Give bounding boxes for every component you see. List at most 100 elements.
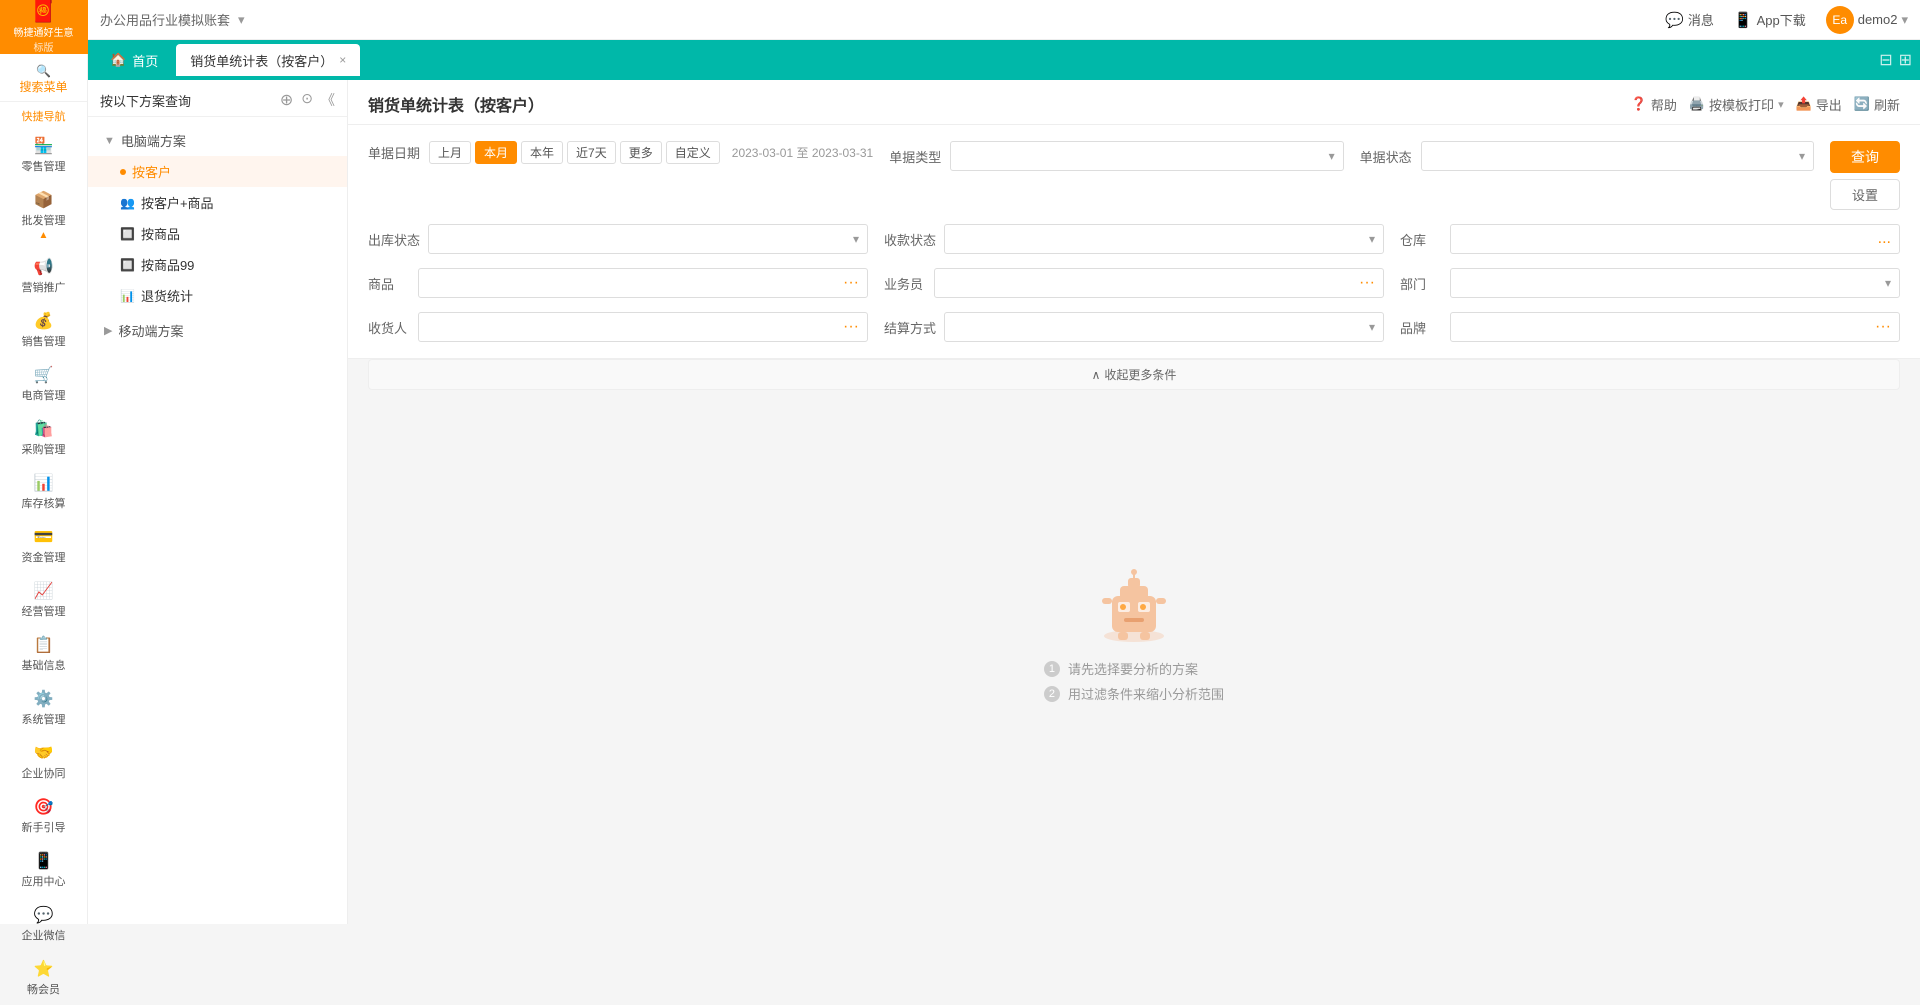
filter-row-4: 收货人 ··· 结算方式 ▾ 品牌 [368,312,1900,342]
date-btn-last-month[interactable]: 上月 [429,141,471,164]
logo-sub: 标版 [34,39,54,54]
app-download-btn[interactable]: 📱 App下载 [1734,10,1806,29]
date-btn-this-year[interactable]: 本年 [521,141,563,164]
date-btn-custom[interactable]: 自定义 [666,141,720,164]
sidebar-item-wholesale[interactable]: 📦 批发管理 ▲ [0,182,87,249]
sidebar-item-finance[interactable]: 💳 资金管理 [0,519,87,573]
export-btn[interactable]: 📤 导出 [1796,95,1842,114]
customer-goods-icon: 👥 [120,196,135,210]
salesperson-dots: ··· [1359,275,1375,291]
tree-item-by-customer-goods[interactable]: 👥 按客户+商品 [88,187,347,218]
sidebar-item-inventory[interactable]: 📊 库存核算 [0,465,87,519]
refresh-btn[interactable]: 🔄 刷新 [1854,95,1900,114]
sidebar-item-apps[interactable]: 📱 应用中心 [0,843,87,897]
filter-row-3: 商品 ··· 业务员 ··· 部门 [368,268,1900,298]
brand-select[interactable]: ··· [1450,312,1900,342]
header-right: 💬 消息 📱 App下载 Ea demo2 ▾ [1665,6,1908,34]
warehouse-dots: ... [1878,231,1891,247]
sidebar-item-member[interactable]: ⭐ 畅会员 [0,951,87,1005]
apps-label: 应用中心 [22,873,66,889]
template-print-btn[interactable]: 🖨️ 按模板打印 ▾ [1689,95,1784,114]
doc-type-select[interactable]: ▾ [950,141,1343,171]
tab-close-btn[interactable]: × [339,54,346,66]
user-menu[interactable]: Ea demo2 ▾ [1826,6,1908,34]
sidebar-item-system[interactable]: ⚙️ 系统管理 [0,681,87,735]
sidebar-item-marketing[interactable]: 📢 营销推广 [0,249,87,303]
empty-state: 1 请先选择要分析的方案 2 用过滤条件来缩小分析范围 [348,390,1920,924]
dept-cell: 部门 ▾ [1400,268,1900,298]
tab-expand-btn[interactable]: ⊞ [1899,50,1912,70]
sidebar-item-operation[interactable]: 📈 经营管理 [0,573,87,627]
tab-active[interactable]: 销货单统计表（按客户） × [176,44,360,76]
user-name: demo2 [1858,12,1898,27]
date-btn-more[interactable]: 更多 [620,141,662,164]
salesperson-select[interactable]: ··· [934,268,1384,298]
receipt-status-cell: 收款状态 ▾ [884,224,1384,254]
print-icon: 🖨️ [1689,96,1705,112]
warehouse-select[interactable]: ... [1450,224,1900,254]
wechat-icon: 💬 [34,905,54,925]
logo-icon: 🧧 [30,0,57,22]
brand-dots: ··· [1875,319,1891,335]
add-scheme-btn[interactable]: ⊕ [280,90,293,110]
app-logo: 🧧 畅捷通好生意 标版 [0,0,88,54]
tree-item-by-customer[interactable]: 按客户 [88,156,347,187]
sidebar-item-sales[interactable]: 💰 销售管理 [0,303,87,357]
tree-item-by-goods99[interactable]: 🔲 按商品99 [88,249,347,280]
settlement-cell: 结算方式 ▾ [884,312,1384,342]
return-stats-icon: 📊 [120,289,135,303]
tree-item-by-goods[interactable]: 🔲 按商品 [88,218,347,249]
active-tab-label: 销货单统计表（按客户） [190,51,333,70]
refresh-icon: 🔄 [1854,96,1870,112]
goods-icon: 🔲 [120,227,135,241]
sidebar-item-newuser[interactable]: 🎯 新手引导 [0,789,87,843]
goods-dots: ··· [843,275,859,291]
sidebar-item-purchase[interactable]: 🛍️ 采购管理 [0,411,87,465]
sidebar-item-enterprise[interactable]: 🤝 企业协同 [0,735,87,789]
header-left: 办公用品行业模拟账套 ▾ [100,10,245,29]
tree-group-label: 电脑端方案 [121,131,186,150]
sidebar-search[interactable]: 🔍 搜索菜单 [0,54,87,102]
help-btn[interactable]: ❓ 帮助 [1631,95,1677,114]
date-btn-this-month[interactable]: 本月 [475,141,517,164]
date-btn-last-7days[interactable]: 近7天 [567,141,616,164]
settings-btn[interactable]: 设置 [1830,179,1900,210]
tree-item-return-stats[interactable]: 📊 退货统计 [88,280,347,311]
query-btn[interactable]: 查询 [1830,141,1900,173]
sidebar-item-retail[interactable]: 🏪 零售管理 [0,128,87,182]
doc-status-select[interactable]: ▾ [1421,141,1814,171]
doc-status-arrow: ▾ [1799,149,1805,163]
refresh-label: 刷新 [1874,95,1900,114]
member-icon: ⭐ [34,959,54,979]
collapse-icon: ∧ [1092,368,1101,382]
marketing-icon: 📢 [34,257,54,277]
tree-group-mobile[interactable]: ▶ 移动端方案 [88,315,347,346]
newuser-icon: 🎯 [34,797,54,817]
sidebar-item-ecommerce[interactable]: 🛒 电商管理 [0,357,87,411]
collapse-bar[interactable]: ∧ 收起更多条件 [368,359,1900,390]
tree-group-desktop[interactable]: ▼ 电脑端方案 [88,125,347,156]
operation-icon: 📈 [34,581,54,601]
message-btn[interactable]: 💬 消息 [1665,10,1714,29]
sidebar-item-basic[interactable]: 📋 基础信息 [0,627,87,681]
system-icon: ⚙️ [34,689,54,709]
sidebar-item-wechat[interactable]: 💬 企业微信 [0,897,87,951]
dept-select[interactable]: ▾ [1450,268,1900,298]
consignee-select[interactable]: ··· [418,312,868,342]
inventory-icon: 📊 [34,473,54,493]
tab-minimize-btn[interactable]: ⊟ [1879,50,1892,70]
warehouse-cell: 仓库 ... [1400,224,1900,254]
receipt-status-select[interactable]: ▾ [944,224,1384,254]
salesperson-label: 业务员 [884,274,926,293]
out-status-select[interactable]: ▾ [428,224,868,254]
tab-home[interactable]: 🏠 首页 [96,44,172,76]
newuser-label: 新手引导 [22,819,66,835]
left-panel-icons: ⊕ ⊙ 《 [280,90,335,110]
marketing-label: 营销推广 [22,279,66,295]
settings-scheme-btn[interactable]: ⊙ [301,90,313,110]
breadcrumb-dropdown-icon[interactable]: ▾ [238,12,245,28]
nav-title[interactable]: 快捷导航 [22,102,66,128]
settlement-select[interactable]: ▾ [944,312,1384,342]
collapse-panel-btn[interactable]: 《 [321,90,335,110]
goods-select[interactable]: ··· [418,268,868,298]
